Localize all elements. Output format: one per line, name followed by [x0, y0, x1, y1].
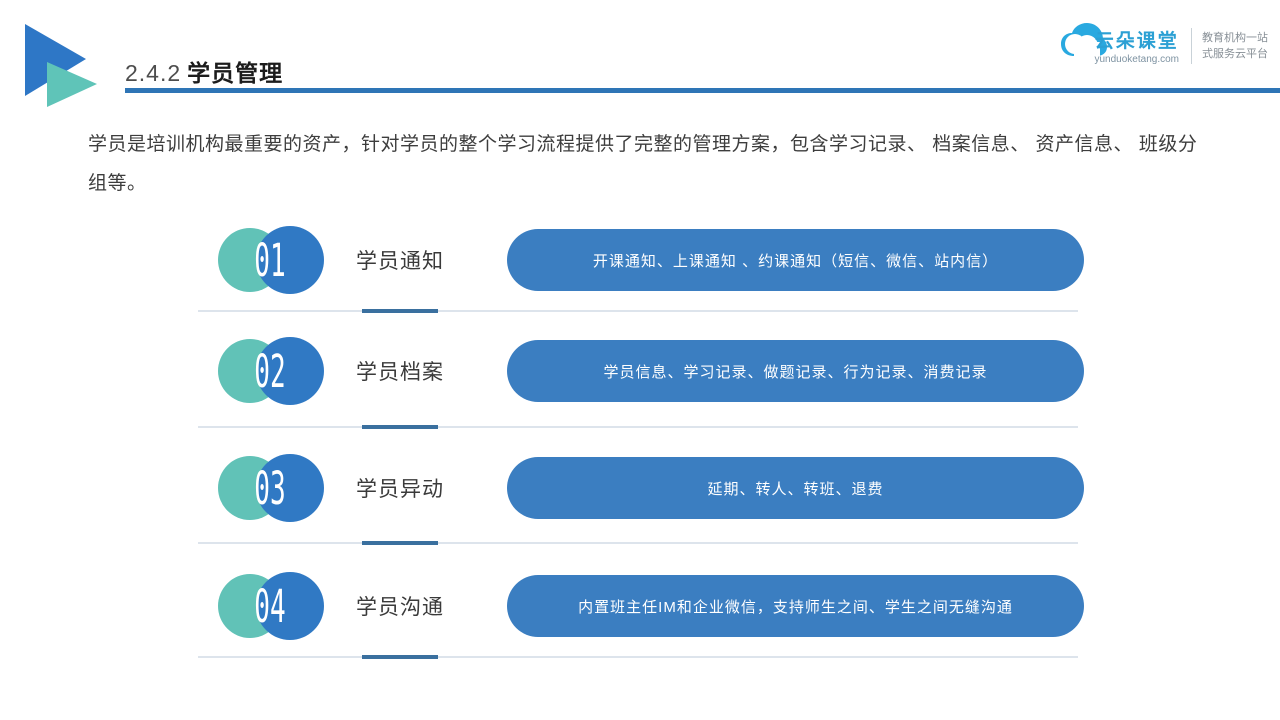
- row-label: 学员异动: [330, 454, 470, 522]
- row-separator: [198, 542, 1078, 544]
- brand-tagline: 教育机构一站 式服务云平台: [1202, 30, 1268, 62]
- brand-tagline-line1: 教育机构一站: [1202, 30, 1268, 46]
- brand-lockup: 云朵课堂 yunduoketang.com: [1094, 26, 1179, 65]
- number-badge: 04: [218, 572, 324, 640]
- feature-row-change: 03 学员异动 延期、转人、转班、退费: [0, 454, 1280, 522]
- row-label: 学员沟通: [330, 572, 470, 640]
- section-title: 学员管理: [187, 60, 283, 86]
- separator-accent: [362, 309, 438, 313]
- brand-domain: yunduoketang.com: [1094, 54, 1179, 65]
- brand-divider: [1191, 28, 1192, 64]
- page-title: 2.4.2学员管理: [125, 54, 283, 88]
- row-description-pill: 开课通知、上课通知 、约课通知（短信、微信、站内信）: [507, 229, 1084, 291]
- row-description-pill: 内置班主任IM和企业微信，支持师生之间、学生之间无缝沟通: [507, 575, 1084, 637]
- row-label: 学员档案: [330, 337, 470, 405]
- brand-logo: 云朵课堂 yunduoketang.com 教育机构一站 式服务云平台: [1094, 26, 1268, 65]
- separator-accent: [362, 541, 438, 545]
- number-badge: 01: [218, 226, 324, 294]
- row-number: 03: [240, 463, 300, 513]
- title-underline: [125, 88, 1280, 93]
- brand-tagline-line2: 式服务云平台: [1202, 46, 1268, 62]
- row-description-pill: 延期、转人、转班、退费: [507, 457, 1084, 519]
- row-separator: [198, 310, 1078, 312]
- row-number: 01: [240, 235, 300, 285]
- feature-row-archive: 02 学员档案 学员信息、学习记录、做题记录、行为记录、消费记录: [0, 337, 1280, 405]
- number-badge: 02: [218, 337, 324, 405]
- row-number: 02: [240, 346, 300, 396]
- slide: 2.4.2学员管理 云朵课堂 yunduoketang.com 教育机构一站 式…: [0, 0, 1280, 720]
- number-badge: 03: [218, 454, 324, 522]
- intro-paragraph: 学员是培训机构最重要的资产，针对学员的整个学习流程提供了完整的管理方案，包含学习…: [88, 125, 1214, 203]
- row-number: 04: [240, 581, 300, 631]
- separator-accent: [362, 425, 438, 429]
- feature-row-notify: 01 学员通知 开课通知、上课通知 、约课通知（短信、微信、站内信）: [0, 226, 1280, 294]
- feature-row-communicate: 04 学员沟通 内置班主任IM和企业微信，支持师生之间、学生之间无缝沟通: [0, 572, 1280, 640]
- brand-name: 云朵课堂: [1095, 26, 1179, 53]
- row-label: 学员通知: [330, 226, 470, 294]
- logo-triangles-icon: [18, 18, 103, 113]
- row-separator: [198, 426, 1078, 428]
- row-separator: [198, 656, 1078, 658]
- section-number: 2.4.2: [125, 60, 181, 86]
- row-description-pill: 学员信息、学习记录、做题记录、行为记录、消费记录: [507, 340, 1084, 402]
- separator-accent: [362, 655, 438, 659]
